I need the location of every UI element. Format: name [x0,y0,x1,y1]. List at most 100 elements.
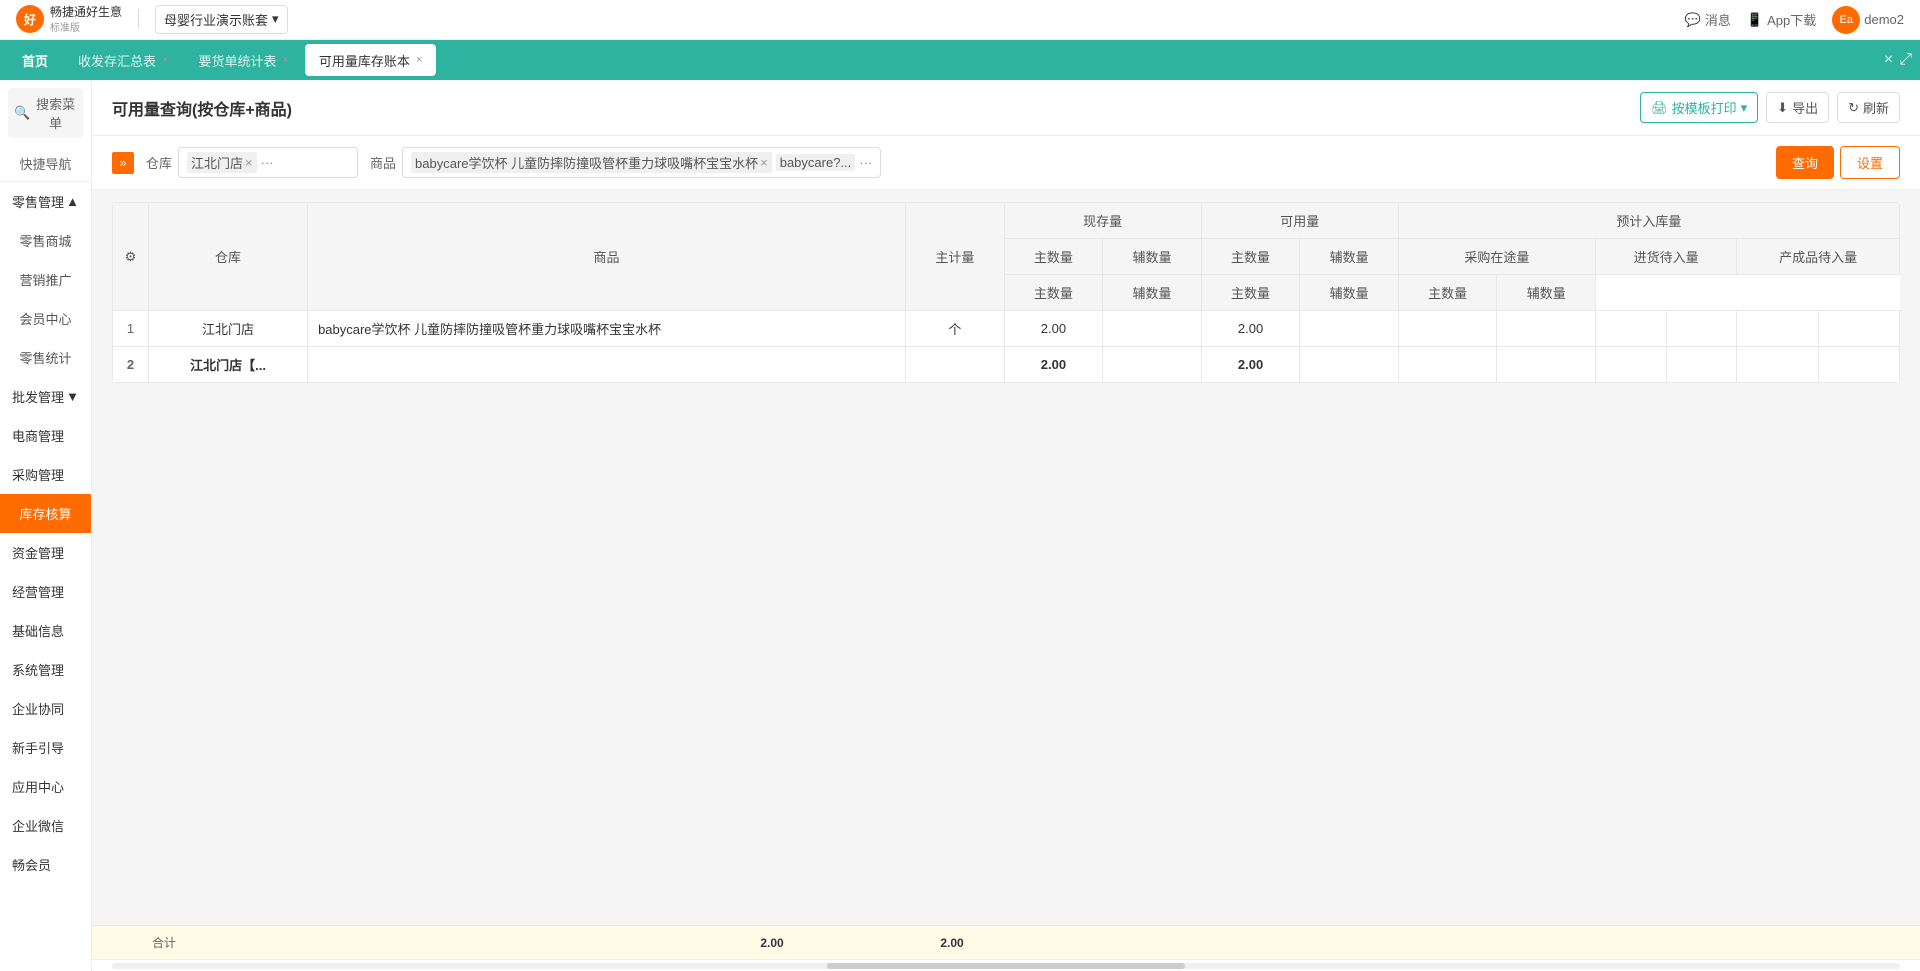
scrollbar-thumb[interactable] [827,963,1185,969]
table-row: 1 江北门店 babycare学饮杯 儿童防摔防撞吸管杯重力球吸嘴杯宝宝水杯 个… [113,311,1900,347]
sidebar-group-newbie-title[interactable]: 新手引导 [0,728,91,767]
col-warehouse-header: 仓库 [149,203,308,311]
user-profile[interactable]: Ea demo2 [1832,6,1904,34]
table-row: 2 江北门店【... 2.00 2.00 [113,347,1900,383]
sidebar-group-ecommerce-title[interactable]: 电商管理 [0,416,91,455]
layout: 🔍 搜索菜单 快捷导航 零售管理 ▲ 零售商城 营销推广 会员中心 零售统计 批… [0,80,1920,971]
quick-nav-btn[interactable]: 快捷导航 [0,146,91,182]
newbie-group-label: 新手引导 [12,738,64,757]
sidebar-group-wechat: 企业微信 [0,806,91,845]
page-title: 可用量查询(按仓库+商品) [112,96,292,120]
sidebar-group-retail-title[interactable]: 零售管理 ▲ [0,182,91,221]
close-tab-0[interactable]: × [162,54,168,66]
message-btn[interactable]: 💬 消息 [1685,10,1731,29]
expand-icon: » [119,155,126,170]
sidebar-group-finance-title[interactable]: 资金管理 [0,533,91,572]
data-table: ⚙ 仓库 商品 主计量 现存量 可用量 预计入库量 主数量 辅数量 主数量 辅数… [112,202,1900,383]
table-footer: 合计 2.00 2.00 [92,925,1920,959]
tab-available-inventory[interactable]: 可用量库存账本 × [305,44,436,76]
row-2-incoming-main [1596,347,1667,383]
sidebar-group-operations-title[interactable]: 经营管理 [0,572,91,611]
sidebar-item-retail-mall[interactable]: 零售商城 [0,221,91,260]
product-tag-1-close[interactable]: × [760,155,768,170]
row-2-available-aux [1300,347,1399,383]
sidebar-group-basic-info-title[interactable]: 基础信息 [0,611,91,650]
sidebar-item-marketing[interactable]: 营销推广 [0,260,91,299]
refresh-btn[interactable]: ↻ 刷新 [1837,92,1900,123]
expand-btn[interactable]: ⤢ [1899,51,1912,69]
app-download-btn[interactable]: 📱 App下载 [1747,10,1816,29]
sidebar-group-sys-title[interactable]: 系统管理 [0,650,91,689]
tab-order-stats[interactable]: 要货单统计表 × [184,44,302,76]
sidebar-group-collab: 企业协同 [0,689,91,728]
export-btn[interactable]: ⬇ 导出 [1766,92,1829,123]
footer-label: 合计 [112,934,712,951]
query-btn[interactable]: 查询 [1776,146,1834,179]
close-tab-2[interactable]: × [416,54,422,66]
product-tag-1-value: babycare学饮杯 儿童防摔防撞吸管杯重力球吸嘴杯宝宝水杯 [415,153,758,172]
search-menu-btn[interactable]: 🔍 搜索菜单 [8,88,83,138]
logo-sub: 标准版 [50,19,122,34]
row-1-seq: 1 [113,311,149,347]
scrollbar-track[interactable] [112,963,1900,969]
sidebar-item-retail-stats[interactable]: 零售统计 [0,338,91,377]
sidebar-item-inventory[interactable]: 库存核算 [0,494,91,533]
warehouse-tag-close[interactable]: × [245,155,253,170]
filter-warehouse: 仓库 江北门店 × ··· [146,147,358,178]
tab-home[interactable]: 首页 [8,44,62,76]
col-incoming-main-header: 主数量 [1201,275,1300,311]
sidebar-group-collab-title[interactable]: 企业协同 [0,689,91,728]
app-group-label: 应用中心 [12,777,64,796]
sidebar-group-sys: 系统管理 [0,650,91,689]
sidebar-group-wholesale-title[interactable]: 批发管理 ▼ [0,377,91,416]
refresh-label: 刷新 [1863,98,1889,117]
sidebar-group-wechat-title[interactable]: 企业微信 [0,806,91,845]
close-tab-1[interactable]: × [282,54,288,66]
row-1-purchase-aux [1497,311,1596,347]
logo-name: 畅捷通好生意 [50,5,122,19]
scrollbar-area [92,959,1920,971]
divider [138,9,139,29]
sidebar-group-basic-info: 基础信息 [0,611,91,650]
filter-expand-btn[interactable]: » [112,152,134,174]
close-all-btn[interactable]: × [1884,51,1893,69]
product-tag-2-value: babycare?... [780,155,852,170]
refresh-icon: ↻ [1848,100,1859,116]
sidebar-group-member-title[interactable]: 畅会员 [0,845,91,884]
col-product-header: 商品 [308,203,906,311]
sidebar-group-purchase-title[interactable]: 采购管理 [0,455,91,494]
print-btn[interactable]: 🖨 按模板打印 ▾ [1640,92,1758,123]
message-icon: 💬 [1685,12,1701,28]
col-stock-group: 现存量 [1004,203,1201,239]
search-icon: 🔍 [14,105,30,121]
sidebar-group-app-title[interactable]: 应用中心 [0,767,91,806]
col-purchase-main-header: 主数量 [1004,275,1103,311]
product-input[interactable]: babycare学饮杯 儿童防摔防撞吸管杯重力球吸嘴杯宝宝水杯 × babyca… [402,147,881,178]
sys-group-label: 系统管理 [12,660,64,679]
avatar: Ea [1832,6,1860,34]
top-bar-left: 好 畅捷通好生意 标准版 母婴行业演示账套 ▾ [16,5,288,34]
row-1-incoming-main [1596,311,1667,347]
ecommerce-group-label: 电商管理 [12,426,64,445]
col-production-main-header: 主数量 [1398,275,1497,311]
row-2-purchase-main [1398,347,1497,383]
search-menu-label: 搜索菜单 [34,94,77,132]
sidebar-group-finance: 资金管理 [0,533,91,572]
col-settings[interactable]: ⚙ [113,203,149,311]
sidebar-item-members[interactable]: 会员中心 [0,299,91,338]
row-2-stock-aux [1103,347,1202,383]
retail-group-label: 零售管理 [12,192,64,211]
tab-collection-summary[interactable]: 收发存汇总表 × [64,44,182,76]
demo-select[interactable]: 母婴行业演示账套 ▾ [155,5,288,34]
product-tag-1: babycare学饮杯 儿童防摔防撞吸管杯重力球吸嘴杯宝宝水杯 × [411,152,772,173]
basic-info-group-label: 基础信息 [12,621,64,640]
warehouse-tag-value: 江北门店 [191,153,243,172]
product-more-icon[interactable]: ··· [859,155,872,170]
row-1-available-main: 2.00 [1201,311,1300,347]
logo-area: 好 畅捷通好生意 标准版 [16,5,122,34]
col-available-group: 可用量 [1201,203,1398,239]
setting-btn[interactable]: 设置 [1840,146,1900,179]
warehouse-more-icon[interactable]: ··· [261,155,274,170]
username: demo2 [1864,12,1904,27]
warehouse-input[interactable]: 江北门店 × ··· [178,147,358,178]
